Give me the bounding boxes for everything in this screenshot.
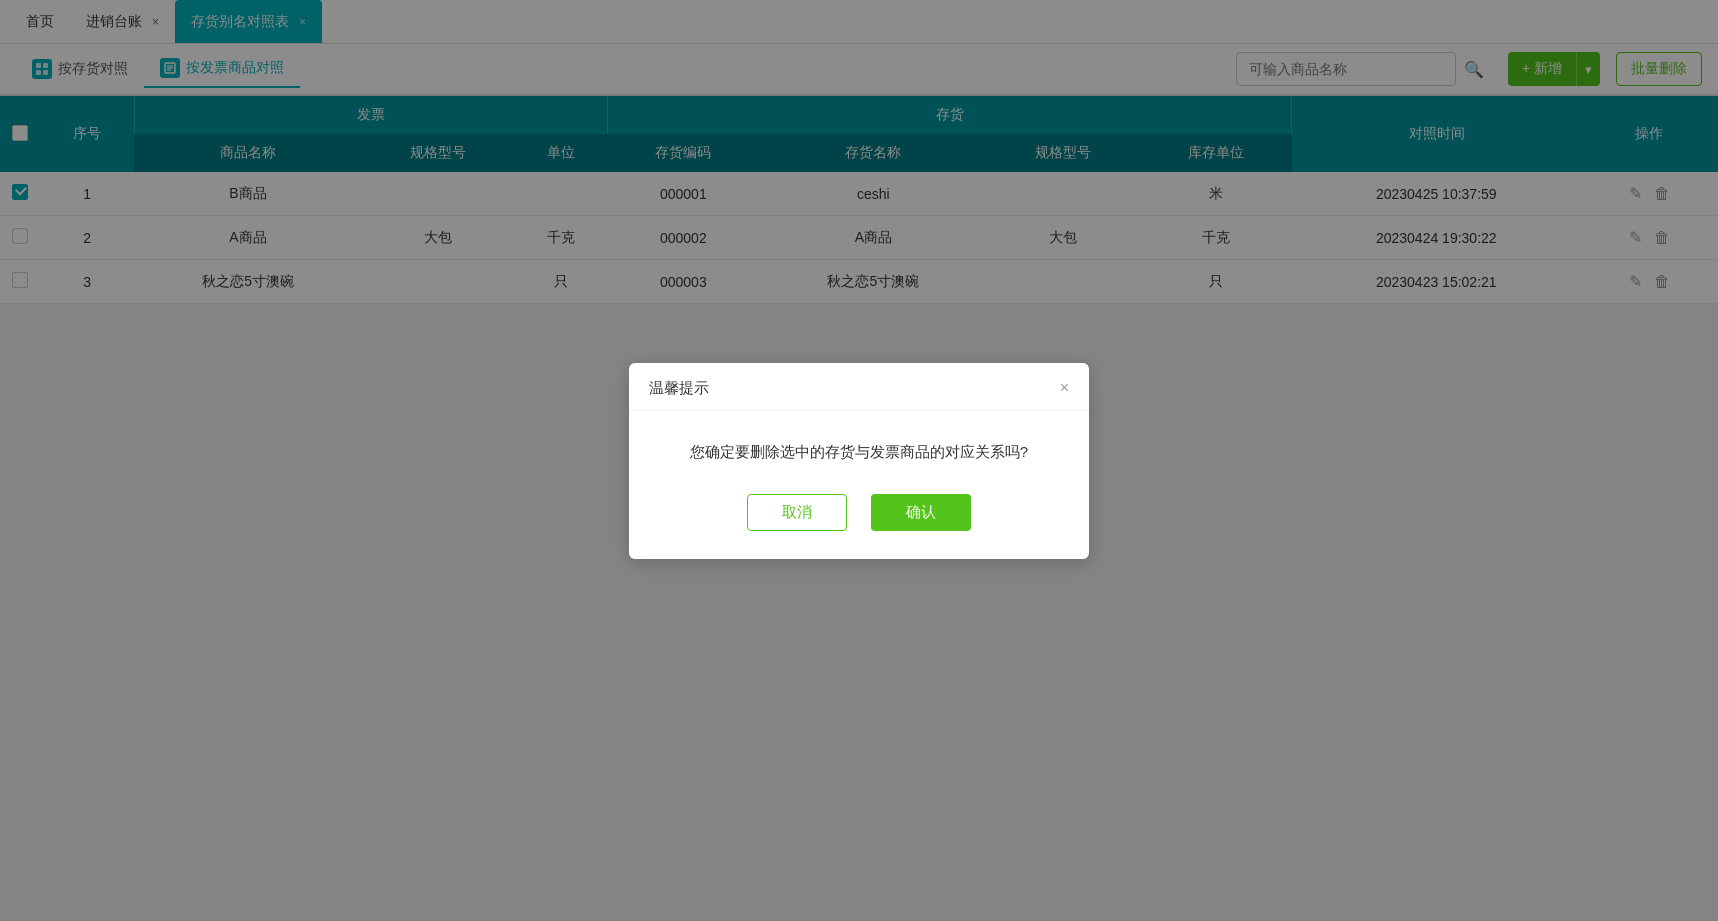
dialog-overlay: 温馨提示 × 您确定要删除选中的存货与发票商品的对应关系吗? 取消 确认 bbox=[0, 0, 1718, 304]
